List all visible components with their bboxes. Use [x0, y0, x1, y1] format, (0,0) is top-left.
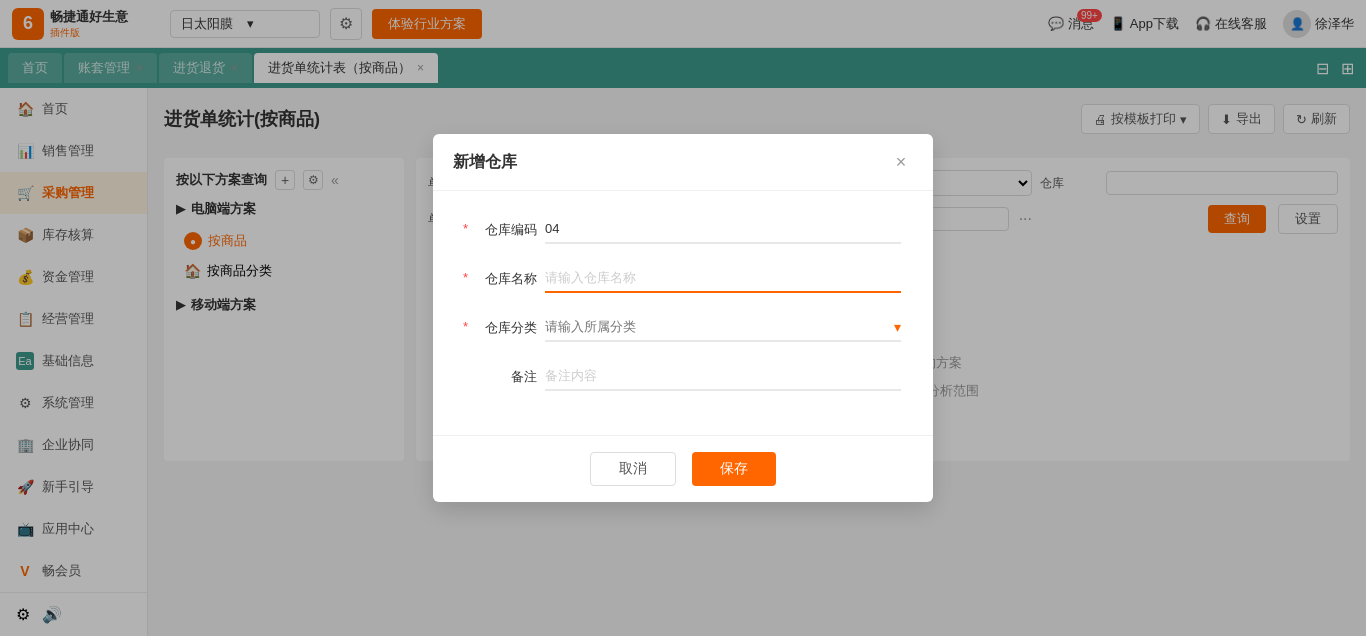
modal-footer: 取消 保存	[433, 435, 933, 502]
modal-header: 新增仓库 ×	[433, 134, 933, 191]
form-row-note: 备注	[465, 362, 901, 391]
name-input[interactable]	[545, 264, 901, 293]
name-label: 仓库名称	[465, 270, 545, 288]
note-control	[545, 362, 901, 391]
category-arrow-icon: ▾	[894, 319, 901, 335]
new-warehouse-modal: 新增仓库 × 仓库编码 仓库名称 仓库分类	[433, 134, 933, 502]
code-control	[545, 215, 901, 244]
category-label: 仓库分类	[465, 319, 545, 337]
modal-close-button[interactable]: ×	[889, 150, 913, 174]
modal-overlay: 新增仓库 × 仓库编码 仓库名称 仓库分类	[0, 0, 1366, 636]
category-select-wrapper[interactable]: ▾	[545, 313, 901, 342]
note-label: 备注	[465, 368, 545, 386]
category-control: ▾	[545, 313, 901, 342]
code-input[interactable]	[545, 215, 901, 244]
name-control	[545, 264, 901, 293]
form-row-code: 仓库编码	[465, 215, 901, 244]
form-row-name: 仓库名称	[465, 264, 901, 293]
modal-body: 仓库编码 仓库名称 仓库分类 ▾	[433, 191, 933, 435]
form-row-category: 仓库分类 ▾	[465, 313, 901, 342]
note-input[interactable]	[545, 362, 901, 391]
code-label: 仓库编码	[465, 221, 545, 239]
save-button[interactable]: 保存	[692, 452, 776, 486]
modal-title: 新增仓库	[453, 152, 517, 173]
category-select-input[interactable]	[545, 313, 894, 340]
cancel-button[interactable]: 取消	[590, 452, 676, 486]
